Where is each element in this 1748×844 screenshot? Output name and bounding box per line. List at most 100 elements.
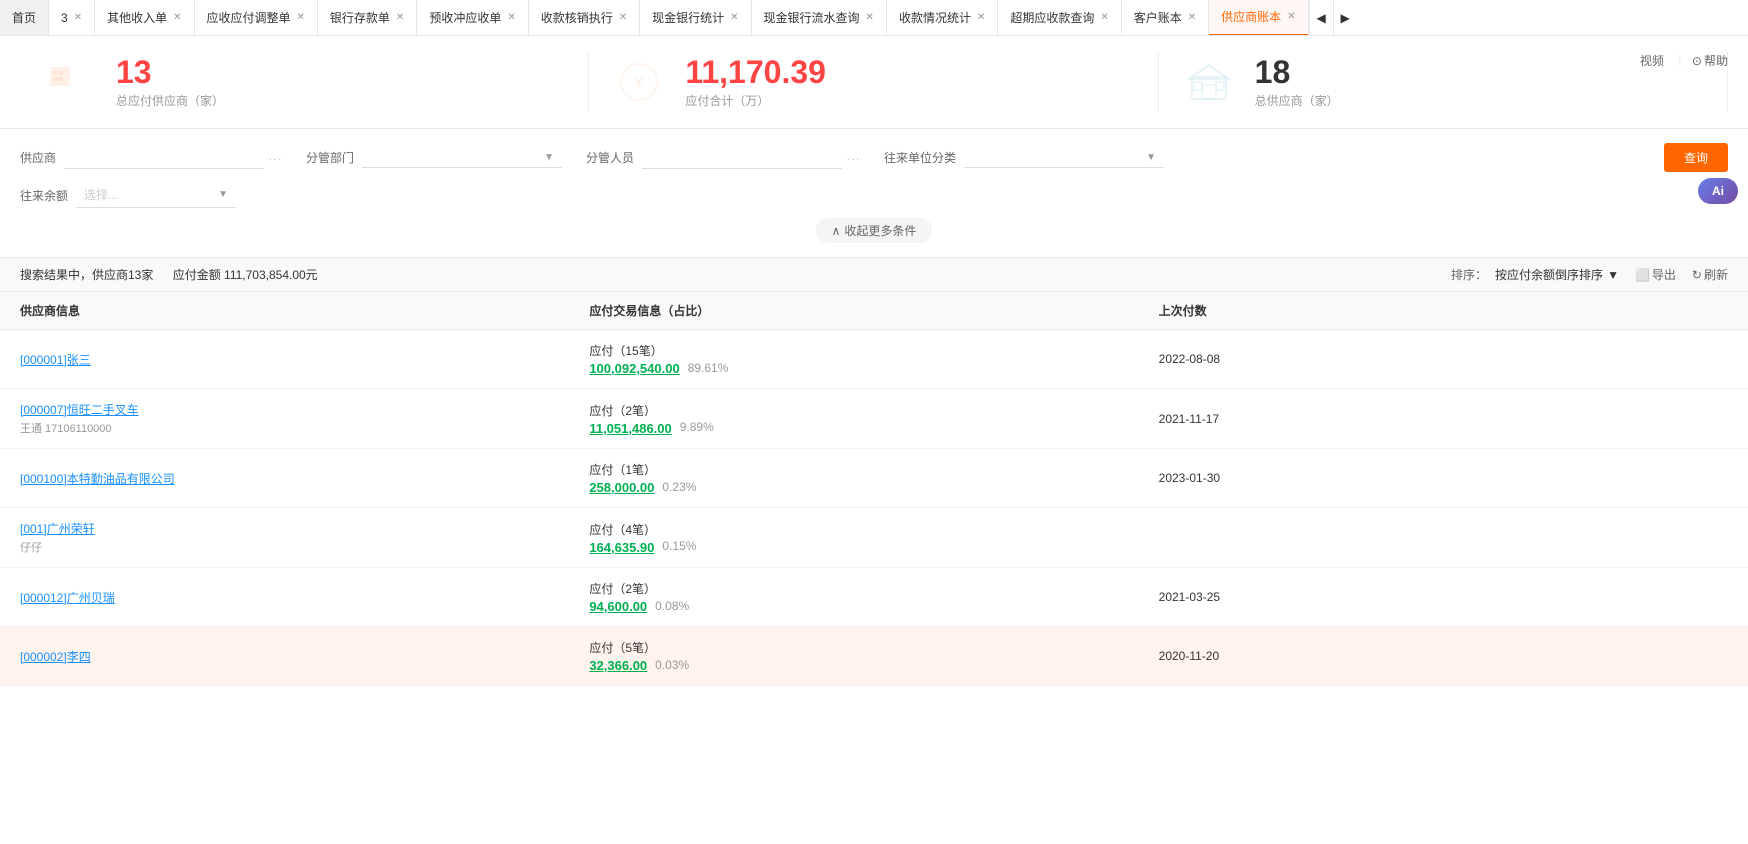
- supplier-link-001[interactable]: [001]广州荣轩: [20, 520, 589, 537]
- top-navigation: 首页 3 ✕ 其他收入单 ✕ 应收应付调整单 ✕ 银行存款单 ✕ 预收冲应收单 …: [0, 0, 1748, 36]
- nav-tab-3[interactable]: 3 ✕: [49, 0, 95, 36]
- table-row: [000002]李四 应付 （5笔） 32,366.00 0.03% 2020-…: [0, 627, 1748, 686]
- ap-amount-num: 11,170.39: [685, 56, 826, 88]
- close-tab-bank-deposit[interactable]: ✕: [396, 12, 404, 23]
- export-button[interactable]: ⬜ 导出: [1635, 266, 1676, 283]
- ap-amount-text: 11,170.39 应付合计（万）: [685, 56, 826, 109]
- nav-tab-cash-bank-stat[interactable]: 现金银行统计 ✕: [640, 0, 751, 36]
- supplier-info-cell: [000007]恒旺二手叉车 王通 17106110000: [20, 401, 589, 436]
- table-row: [000012]广州贝瑞 应付 （2笔） 94,600.00 0.08% 202…: [0, 568, 1748, 627]
- close-tab-cash-bank-stat[interactable]: ✕: [730, 12, 738, 23]
- nav-tab-overdue[interactable]: 超期应收款查询 ✕: [998, 0, 1121, 36]
- nav-tab-home[interactable]: 首页: [0, 0, 49, 36]
- payable-amount-000012[interactable]: 94,600.00: [589, 599, 647, 614]
- filter-area: 供应商 ··· 分管部门 ▼ 分管人员 ··· 往来单位分类 ▼ 查询: [0, 129, 1748, 258]
- nav-tab-ap-adjust[interactable]: 应收应付调整单 ✕: [195, 0, 318, 36]
- supplier-link-000001[interactable]: [000001]张三: [20, 351, 589, 368]
- ap-suppliers-text: 13 总应付供应商（家）: [116, 56, 224, 109]
- filter-item-person: 分管人员 ···: [586, 146, 860, 169]
- store-icon: [1179, 52, 1239, 112]
- last-payment-cell: 2023-01-30: [1159, 471, 1728, 485]
- ap-amount-label: 应付合计（万）: [685, 92, 826, 109]
- balance-filter-select[interactable]: 选择... ▼: [76, 182, 236, 208]
- summary-card-total-ap-amount: ¥ 11,170.39 应付合计（万）: [589, 52, 1158, 112]
- category-filter-select[interactable]: ▼: [964, 148, 1164, 168]
- person-filter-input[interactable]: [642, 146, 842, 169]
- supplier-filter-dots[interactable]: ···: [268, 150, 282, 166]
- balance-filter-label: 往来余额: [20, 187, 68, 204]
- collapse-button[interactable]: ∧ 收起更多条件: [816, 218, 933, 243]
- supplier-info-cell: [000012]广州贝瑞: [20, 589, 589, 606]
- ap-suppliers-num: 13: [116, 56, 224, 88]
- payable-info-cell: 应付 （1笔） 258,000.00 0.23%: [589, 461, 1158, 495]
- payable-amount-000001[interactable]: 100,092,540.00: [589, 361, 679, 376]
- payable-info-cell: 应付 （4笔） 164,635.90 0.15%: [589, 521, 1158, 555]
- supplier-filter-input[interactable]: [64, 146, 264, 169]
- close-tab-ap-adjust[interactable]: ✕: [297, 12, 305, 23]
- supplier-link-000012[interactable]: [000012]广州贝瑞: [20, 589, 589, 606]
- nav-tab-supplier[interactable]: 供应商账本 ✕: [1209, 0, 1308, 36]
- results-actions: 排序： 按应付余额倒序排序 ▼ ⬜ 导出 ↻ 刷新: [1451, 266, 1728, 283]
- results-bar: 搜索结果中，供应商13家 应付金额 111,703,854.00元 排序： 按应…: [0, 258, 1748, 292]
- sort-select[interactable]: 按应付余额倒序排序 ▼: [1495, 266, 1619, 283]
- close-tab-cash-bank-flow[interactable]: ✕: [866, 12, 874, 23]
- nav-tab-customer[interactable]: 客户账本 ✕: [1122, 0, 1209, 36]
- supplier-link-000002[interactable]: [000002]李四: [20, 648, 589, 665]
- ap-suppliers-label: 总应付供应商（家）: [116, 92, 224, 109]
- close-tab-collect-verify[interactable]: ✕: [619, 12, 627, 23]
- table-row: [000007]恒旺二手叉车 王通 17106110000 应付 （2笔） 11…: [0, 389, 1748, 449]
- amount-icon: ¥: [609, 52, 669, 112]
- nav-tab-collect-verify[interactable]: 收款核销执行 ✕: [529, 0, 640, 36]
- nav-tab-collect-stat[interactable]: 收款情况统计 ✕: [887, 0, 998, 36]
- supplier-link-000007[interactable]: [000007]恒旺二手叉车: [20, 401, 589, 418]
- nav-tab-other-income[interactable]: 其他收入单 ✕: [95, 0, 194, 36]
- col-payable-info: 应付交易信息（占比）: [589, 302, 1158, 319]
- close-tab-overdue[interactable]: ✕: [1100, 12, 1108, 23]
- nav-tab-bank-deposit[interactable]: 银行存款单 ✕: [318, 0, 417, 36]
- nav-tab-cash-bank-flow[interactable]: 现金银行流水查询 ✕: [752, 0, 887, 36]
- col-supplier-info: 供应商信息: [20, 302, 589, 319]
- help-icon: ⊙: [1692, 54, 1702, 68]
- help-link[interactable]: 帮助: [1704, 52, 1728, 69]
- table-row: [000001]张三 应付 （15笔） 100,092,540.00 89.61…: [0, 330, 1748, 389]
- nav-tab-prepay[interactable]: 预收冲应收单 ✕: [417, 0, 528, 36]
- nav-next-button[interactable]: ▶: [1333, 0, 1357, 36]
- dept-filter-select[interactable]: ▼: [362, 148, 562, 168]
- supplier-icon: [40, 52, 100, 112]
- table-body: [000001]张三 应付 （15笔） 100,092,540.00 89.61…: [0, 330, 1748, 844]
- close-tab-3[interactable]: ✕: [74, 12, 82, 23]
- close-tab-other-income[interactable]: ✕: [173, 12, 181, 23]
- payable-amount-000002[interactable]: 32,366.00: [589, 658, 647, 673]
- query-button[interactable]: 查询: [1664, 143, 1728, 172]
- header-right-actions: 视频 ｜ ⊙ 帮助: [1640, 52, 1728, 69]
- close-tab-customer[interactable]: ✕: [1188, 12, 1196, 23]
- supplier-filter-label: 供应商: [20, 149, 56, 166]
- refresh-button[interactable]: ↻ 刷新: [1692, 266, 1728, 283]
- table-container: 供应商信息 应付交易信息（占比） 上次付数 [000001]张三 应付 （15笔…: [0, 292, 1748, 844]
- payable-amount-001[interactable]: 164,635.90: [589, 540, 654, 555]
- filter-item-dept: 分管部门 ▼: [306, 148, 562, 168]
- table-row: [001]广州荣轩 仔仔 应付 （4笔） 164,635.90 0.15%: [0, 508, 1748, 568]
- close-tab-supplier[interactable]: ✕: [1287, 11, 1295, 22]
- video-link[interactable]: 视频: [1640, 52, 1664, 69]
- payable-amount-000007[interactable]: 11,051,486.00: [589, 421, 671, 436]
- payable-amount-000100[interactable]: 258,000.00: [589, 480, 654, 495]
- filter-item-category: 往来单位分类 ▼: [884, 148, 1164, 168]
- close-tab-prepay[interactable]: ✕: [507, 12, 515, 23]
- ai-button[interactable]: Ai: [1698, 178, 1738, 204]
- supplier-info-cell: [000100]本特勤油品有限公司: [20, 470, 589, 487]
- table-row: [000100]本特勤油品有限公司 应付 （1笔） 258,000.00 0.2…: [0, 449, 1748, 508]
- supplier-info-cell: [000002]李四: [20, 648, 589, 665]
- filter-item-balance: 往来余额 选择... ▼: [20, 182, 236, 208]
- header-divider: ｜: [1674, 52, 1686, 69]
- nav-prev-button[interactable]: ◀: [1309, 0, 1333, 36]
- summary-header: 13 总应付供应商（家） ¥ 11,170.39 应付合计（万）: [0, 36, 1748, 129]
- payable-info-cell: 应付 （2笔） 94,600.00 0.08%: [589, 580, 1158, 614]
- close-tab-collect-stat[interactable]: ✕: [977, 12, 985, 23]
- filter-row-1: 供应商 ··· 分管部门 ▼ 分管人员 ··· 往来单位分类 ▼ 查询: [20, 143, 1728, 172]
- total-suppliers-label: 总供应商（家）: [1255, 92, 1339, 109]
- supplier-info-cell: [000001]张三: [20, 351, 589, 368]
- dept-filter-label: 分管部门: [306, 149, 354, 166]
- supplier-link-000100[interactable]: [000100]本特勤油品有限公司: [20, 470, 589, 487]
- person-filter-dots[interactable]: ···: [846, 150, 860, 166]
